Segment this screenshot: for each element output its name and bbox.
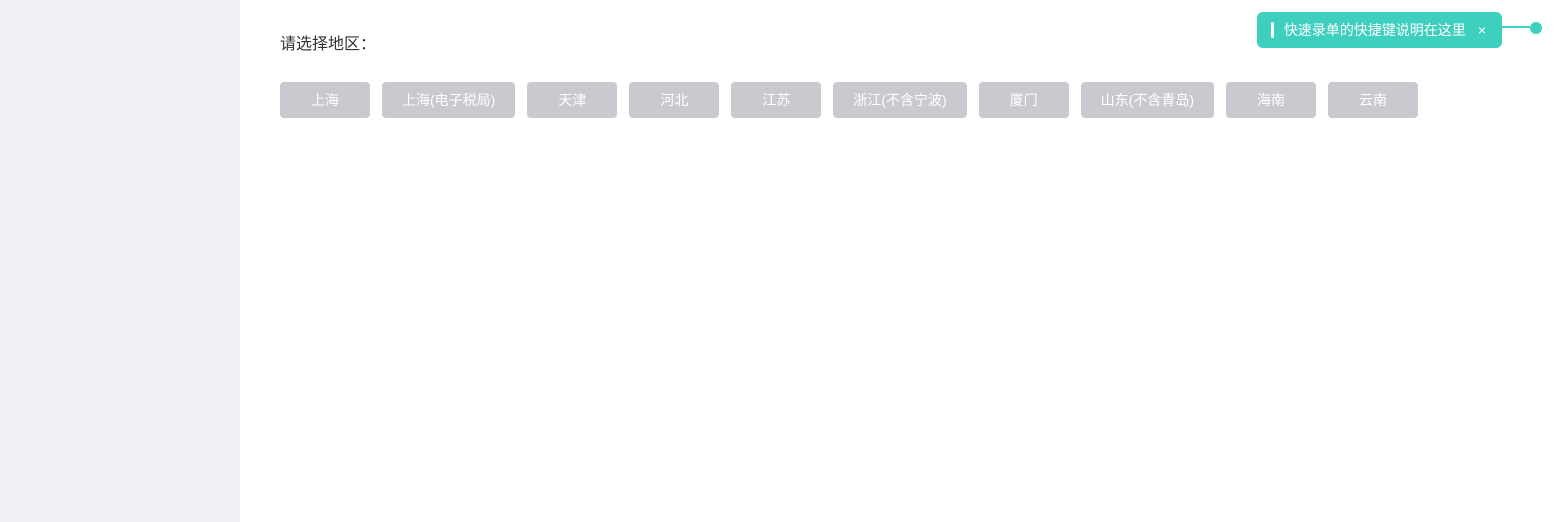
tooltip-banner: 快速录单的快捷键说明在这里 × [1257, 12, 1502, 48]
region-button-yunnan[interactable]: 云南 [1328, 82, 1418, 118]
region-button-shanghai[interactable]: 上海 [280, 82, 370, 118]
region-button-hebei[interactable]: 河北 [629, 82, 719, 118]
sidebar [0, 0, 240, 522]
region-button-xiamen[interactable]: 厦门 [979, 82, 1069, 118]
region-button-jiangsu[interactable]: 江苏 [731, 82, 821, 118]
region-button-tianjin[interactable]: 天津 [527, 82, 617, 118]
main-content: 请选择地区： 上海上海(电子税局)天津河北江苏浙江(不含宁波)厦门山东(不含青岛… [240, 0, 1562, 522]
tooltip-connector-line [1500, 26, 1530, 28]
region-button-hainan[interactable]: 海南 [1226, 82, 1316, 118]
tooltip-text: 快速录单的快捷键说明在这里 [1284, 20, 1466, 40]
tooltip-left-bar [1271, 22, 1274, 38]
region-button-shandong[interactable]: 山东(不含青岛) [1081, 82, 1214, 118]
region-button-zhejiang[interactable]: 浙江(不含宁波) [833, 82, 966, 118]
region-button-shanghai-etax[interactable]: 上海(电子税局) [382, 82, 515, 118]
region-buttons: 上海上海(电子税局) 天津河北江苏浙江(不含宁波) 厦门山东(不含青岛) 海南云南 [280, 82, 1522, 118]
tooltip-close-button[interactable]: × [1476, 23, 1488, 37]
tooltip-dot [1530, 22, 1542, 34]
